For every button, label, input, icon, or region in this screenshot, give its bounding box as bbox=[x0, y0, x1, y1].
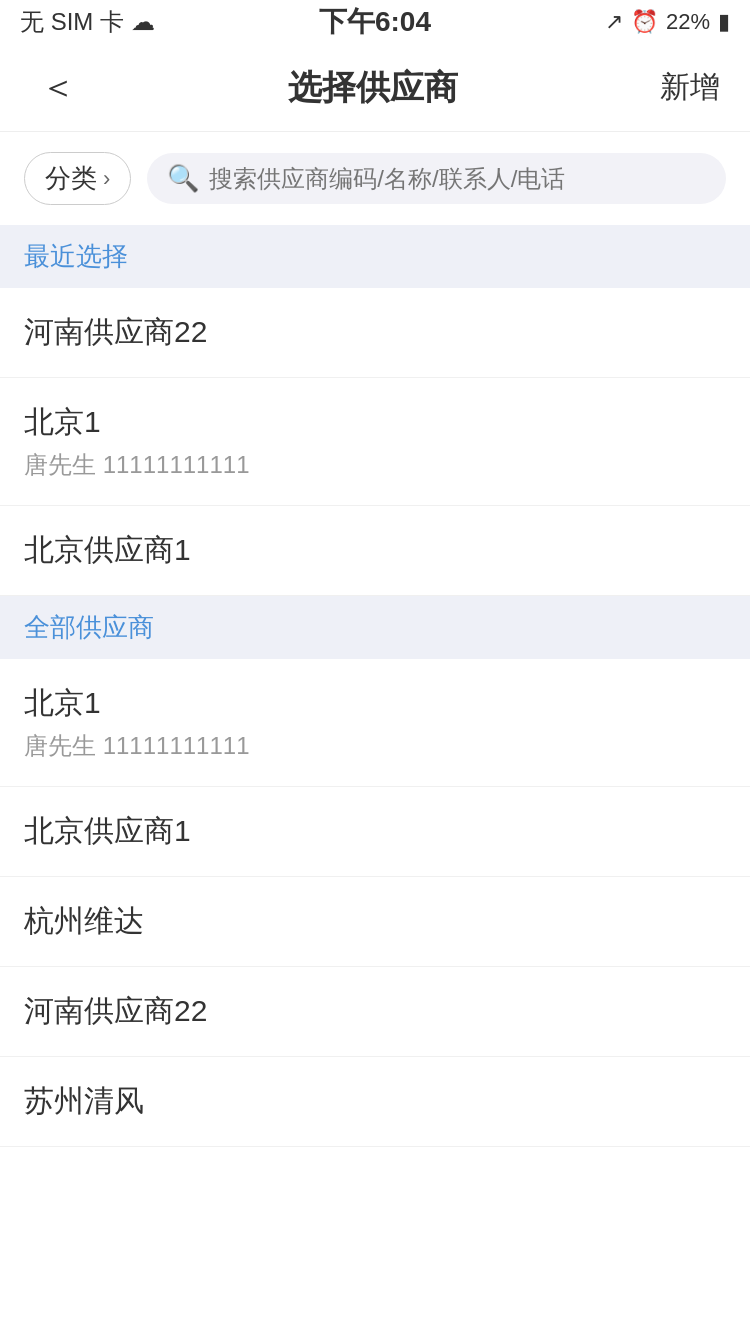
all-section-header: 全部供应商 bbox=[0, 596, 750, 659]
recent-section-header: 最近选择 bbox=[0, 225, 750, 288]
supplier-contact: 唐先生 11111111111 bbox=[24, 449, 726, 481]
sim-status: 无 SIM 卡 ☁ bbox=[20, 6, 155, 38]
alarm-icon: ⏰ bbox=[631, 9, 658, 35]
status-time: 下午6:04 bbox=[319, 3, 431, 41]
supplier-name: 北京供应商1 bbox=[24, 530, 726, 571]
list-item[interactable]: 北京1 唐先生 11111111111 bbox=[0, 659, 750, 787]
battery-level: 22% bbox=[666, 9, 710, 35]
supplier-contact: 唐先生 11111111111 bbox=[24, 730, 726, 762]
battery-icon: ▮ bbox=[718, 9, 730, 35]
list-item[interactable]: 河南供应商22 bbox=[0, 288, 750, 378]
recent-list: 河南供应商22 北京1 唐先生 11111111111 北京供应商1 bbox=[0, 288, 750, 596]
back-button[interactable]: ＜ bbox=[30, 53, 86, 122]
status-left: 无 SIM 卡 ☁ bbox=[20, 6, 155, 38]
search-bar[interactable]: 🔍 bbox=[147, 153, 726, 204]
list-item[interactable]: 杭州维达 bbox=[0, 877, 750, 967]
category-button[interactable]: 分类 › bbox=[24, 152, 131, 205]
list-item[interactable]: 北京1 唐先生 11111111111 bbox=[0, 378, 750, 506]
add-button[interactable]: 新增 bbox=[660, 67, 720, 108]
supplier-name: 苏州清风 bbox=[24, 1081, 726, 1122]
search-icon: 🔍 bbox=[167, 163, 199, 194]
list-item[interactable]: 北京供应商1 bbox=[0, 506, 750, 596]
location-icon: ↗ bbox=[605, 9, 623, 35]
list-item[interactable]: 北京供应商1 bbox=[0, 787, 750, 877]
supplier-name: 北京供应商1 bbox=[24, 811, 726, 852]
status-bar: 无 SIM 卡 ☁ 下午6:04 ↗ ⏰ 22% ▮ bbox=[0, 0, 750, 44]
supplier-name: 北京1 bbox=[24, 402, 726, 443]
nav-bar: ＜ 选择供应商 新增 bbox=[0, 44, 750, 132]
filter-bar: 分类 › 🔍 bbox=[0, 132, 750, 225]
category-label: 分类 bbox=[45, 161, 97, 196]
supplier-name: 河南供应商22 bbox=[24, 991, 726, 1032]
page-title: 选择供应商 bbox=[288, 65, 458, 111]
status-right: ↗ ⏰ 22% ▮ bbox=[605, 9, 730, 35]
supplier-name: 河南供应商22 bbox=[24, 312, 726, 353]
chevron-right-icon: › bbox=[103, 166, 110, 192]
list-item[interactable]: 河南供应商22 bbox=[0, 967, 750, 1057]
supplier-name: 杭州维达 bbox=[24, 901, 726, 942]
search-input[interactable] bbox=[209, 165, 706, 193]
list-item[interactable]: 苏州清风 bbox=[0, 1057, 750, 1147]
supplier-name: 北京1 bbox=[24, 683, 726, 724]
all-list: 北京1 唐先生 11111111111 北京供应商1 杭州维达 河南供应商22 … bbox=[0, 659, 750, 1147]
